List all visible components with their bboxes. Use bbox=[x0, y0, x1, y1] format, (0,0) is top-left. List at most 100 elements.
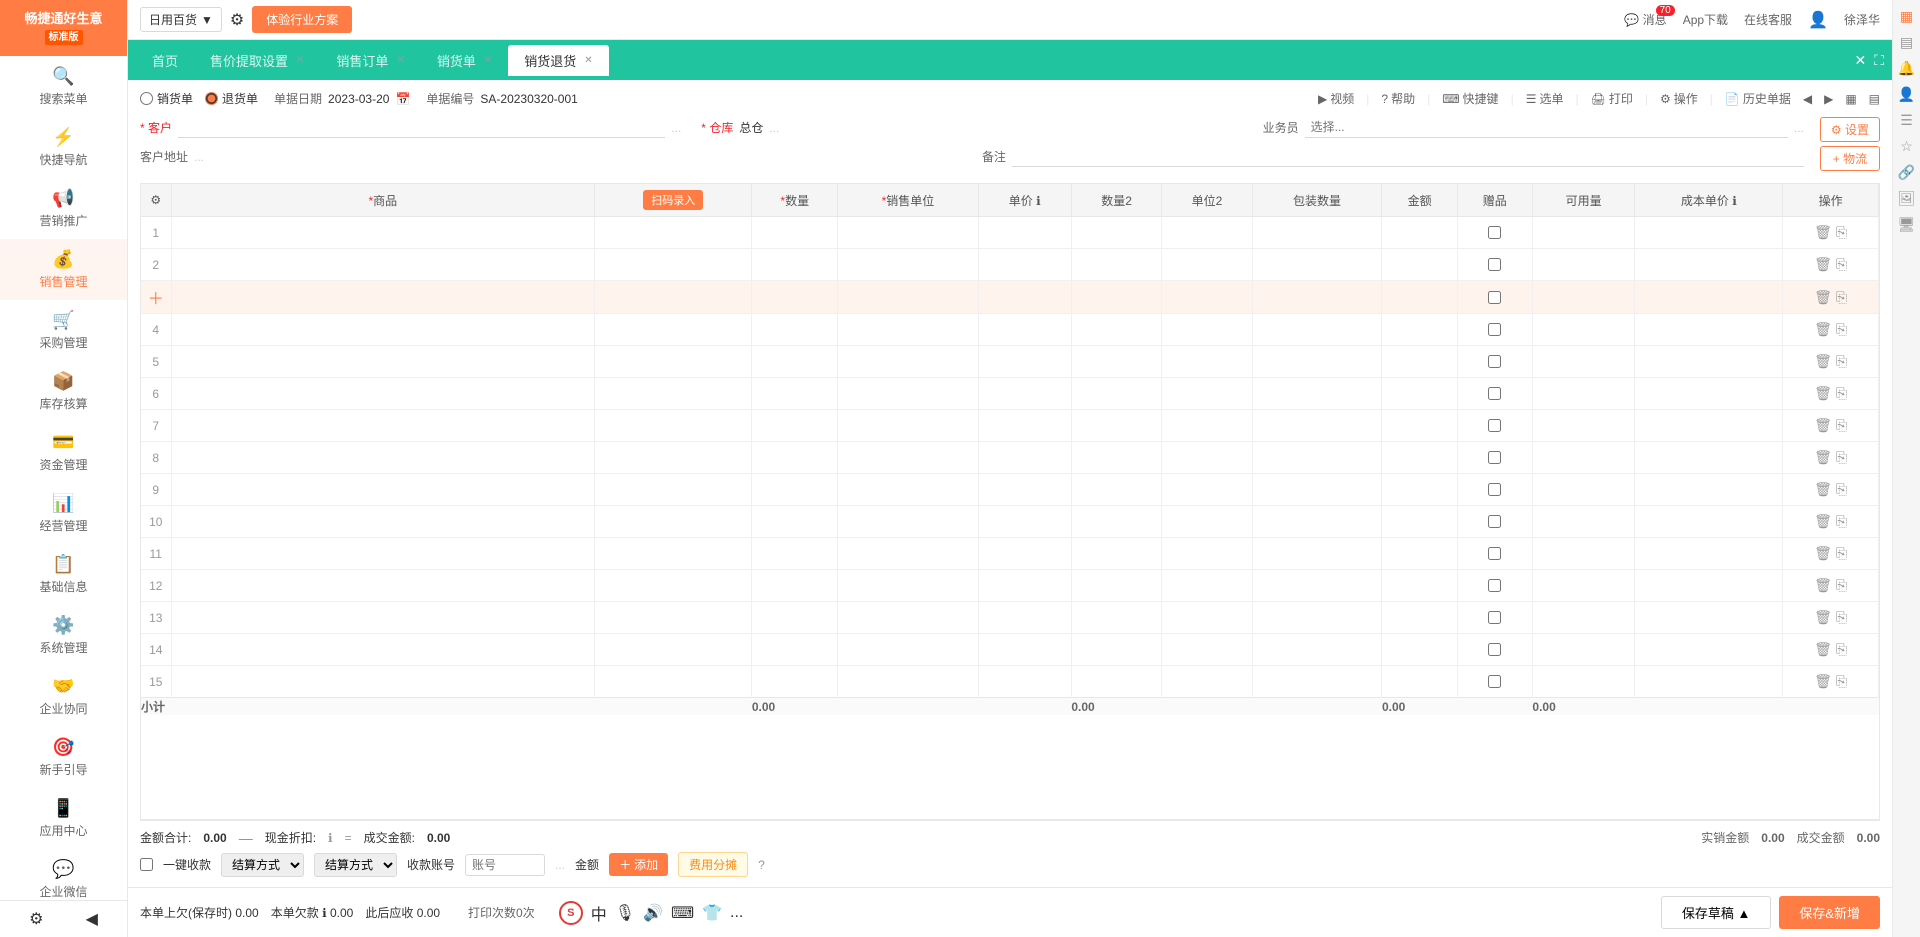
sidebar-item-marketing[interactable]: 📢 营销推广 bbox=[0, 178, 127, 239]
copy-row-icon-14[interactable]: ⎘ bbox=[1836, 641, 1847, 658]
copy-row-icon-9[interactable]: ⎘ bbox=[1836, 481, 1847, 498]
row-unit-2[interactable] bbox=[838, 249, 979, 281]
row-qty2-10[interactable] bbox=[1071, 506, 1161, 538]
row-pkg-7[interactable] bbox=[1252, 410, 1382, 442]
row-pkg-8[interactable] bbox=[1252, 442, 1382, 474]
row-price-2[interactable] bbox=[978, 249, 1071, 281]
row-qty-14[interactable] bbox=[752, 634, 838, 666]
tab-close-sale-price[interactable]: ✕ bbox=[296, 55, 304, 66]
product-input-8[interactable] bbox=[176, 450, 591, 465]
row-cost-1[interactable] bbox=[1635, 217, 1783, 249]
row-price-10[interactable] bbox=[978, 506, 1071, 538]
row-available-4[interactable] bbox=[1532, 314, 1635, 346]
row-product-8[interactable] bbox=[171, 442, 595, 474]
sidebar-settings-icon[interactable]: ⚙ bbox=[29, 909, 43, 929]
delete-row-icon-1[interactable]: 🗑 bbox=[1814, 224, 1832, 241]
row-unit-8[interactable] bbox=[838, 442, 979, 474]
row-available-2[interactable] bbox=[1532, 249, 1635, 281]
row-product-5[interactable] bbox=[171, 346, 595, 378]
row-unit2-8[interactable] bbox=[1162, 442, 1252, 474]
save-draft-button[interactable]: 保存草稿 ▲ bbox=[1661, 896, 1772, 929]
tab-sale-price[interactable]: 售价提取设置✕ bbox=[194, 45, 320, 76]
row-pkg-4[interactable] bbox=[1252, 314, 1382, 346]
copy-row-icon-5[interactable]: ⎘ bbox=[1836, 353, 1847, 370]
taskbar-icon-1[interactable]: 中 bbox=[591, 901, 607, 925]
row-amount-12[interactable] bbox=[1382, 570, 1457, 602]
row-amount-4[interactable] bbox=[1382, 314, 1457, 346]
row-pkg-5[interactable] bbox=[1252, 346, 1382, 378]
app-download-link[interactable]: App下载 bbox=[1683, 11, 1728, 28]
trial-button[interactable]: 体验行业方案 bbox=[252, 6, 352, 33]
row-price-9[interactable] bbox=[978, 474, 1071, 506]
copy-row-icon-1[interactable]: ⎘ bbox=[1836, 224, 1847, 241]
customer-dots[interactable]: ... bbox=[671, 121, 681, 135]
row-product-10[interactable] bbox=[171, 506, 595, 538]
copy-row-icon-7[interactable]: ⎘ bbox=[1836, 417, 1847, 434]
add-payment-btn[interactable]: ＋ 添加 bbox=[609, 853, 668, 876]
taskbar-icon-3[interactable]: 🔊 bbox=[643, 903, 663, 923]
row-available-6[interactable] bbox=[1532, 378, 1635, 410]
product-input-13[interactable] bbox=[176, 610, 591, 625]
username[interactable]: 徐泽华 bbox=[1844, 11, 1880, 28]
product-input-4[interactable] bbox=[176, 322, 591, 337]
sidebar-item-purchase[interactable]: 🛒 采购管理 bbox=[0, 300, 127, 361]
tab-close-sale-order[interactable]: ✕ bbox=[396, 55, 404, 66]
row-price-13[interactable] bbox=[978, 602, 1071, 634]
row-amount-13[interactable] bbox=[1382, 602, 1457, 634]
online-service-link[interactable]: 在线客服 bbox=[1744, 11, 1792, 28]
row-qty-10[interactable] bbox=[752, 506, 838, 538]
row-available-5[interactable] bbox=[1532, 346, 1635, 378]
row-available-8[interactable] bbox=[1532, 442, 1635, 474]
row-amount-1[interactable] bbox=[1382, 217, 1457, 249]
row-unit-15[interactable] bbox=[838, 666, 979, 698]
row-qty-5[interactable] bbox=[752, 346, 838, 378]
history-prev-icon[interactable]: ◀ bbox=[1803, 92, 1812, 106]
row-amount-9[interactable] bbox=[1382, 474, 1457, 506]
gift-check-5[interactable] bbox=[1488, 355, 1501, 368]
gift-check-4[interactable] bbox=[1488, 323, 1501, 336]
copy-row-icon-10[interactable]: ⎘ bbox=[1836, 513, 1847, 530]
copy-row-icon-2[interactable]: ⎘ bbox=[1836, 256, 1847, 273]
row-qty-15[interactable] bbox=[752, 666, 838, 698]
product-input-15[interactable] bbox=[176, 674, 591, 689]
calendar-icon[interactable]: 📅 bbox=[395, 92, 410, 106]
gift-check-8[interactable] bbox=[1488, 451, 1501, 464]
row-amount-10[interactable] bbox=[1382, 506, 1457, 538]
row-amount-11[interactable] bbox=[1382, 538, 1457, 570]
row-qty-7[interactable] bbox=[752, 410, 838, 442]
row-available-10[interactable] bbox=[1532, 506, 1635, 538]
toolbar-help[interactable]: ? 帮助 bbox=[1381, 90, 1415, 107]
product-input-5[interactable] bbox=[176, 354, 591, 369]
copy-row-icon-4[interactable]: ⎘ bbox=[1836, 321, 1847, 338]
row-cost-14[interactable] bbox=[1635, 634, 1783, 666]
row-unit-5[interactable] bbox=[838, 346, 979, 378]
image-panel-icon[interactable]: 🖼 bbox=[1895, 186, 1919, 210]
row-price-11[interactable] bbox=[978, 538, 1071, 570]
taskbar-icon-4[interactable]: ⌨ bbox=[671, 903, 694, 923]
sidebar-item-apps[interactable]: 📱 应用中心 bbox=[0, 788, 127, 849]
row-product-6[interactable] bbox=[171, 378, 595, 410]
star-panel-icon[interactable]: ☆ bbox=[1895, 134, 1919, 158]
copy-row-icon-12[interactable]: ⎘ bbox=[1836, 577, 1847, 594]
sidebar-item-search[interactable]: 🔍 搜索菜单 bbox=[0, 56, 127, 117]
addr-dots[interactable]: ... bbox=[194, 150, 204, 164]
row-available-3[interactable] bbox=[1532, 281, 1635, 314]
row-price-8[interactable] bbox=[978, 442, 1071, 474]
row-amount-14[interactable] bbox=[1382, 634, 1457, 666]
delete-row-icon-7[interactable]: 🗑 bbox=[1814, 417, 1832, 434]
delete-row-icon-12[interactable]: 🗑 bbox=[1814, 577, 1832, 594]
product-input-3[interactable] bbox=[176, 290, 591, 305]
radio-sale-return[interactable]: 退货单 bbox=[205, 90, 258, 107]
row-price-3[interactable] bbox=[978, 281, 1071, 314]
product-input-1[interactable] bbox=[176, 225, 591, 240]
sidebar-collapse-icon[interactable]: ◀ bbox=[86, 909, 98, 929]
grid1-panel-icon[interactable]: ▦ bbox=[1895, 4, 1919, 28]
row-unit2-13[interactable] bbox=[1162, 602, 1252, 634]
settings-icon[interactable]: ⚙ bbox=[230, 10, 244, 30]
calc-method-select[interactable]: 结算方式 bbox=[221, 853, 304, 877]
row-pkg-3[interactable] bbox=[1252, 281, 1382, 314]
toolbar-shortcuts[interactable]: ⌨ 快捷键 bbox=[1442, 90, 1498, 107]
row-available-14[interactable] bbox=[1532, 634, 1635, 666]
row-qty2-7[interactable] bbox=[1071, 410, 1161, 442]
row-unit-11[interactable] bbox=[838, 538, 979, 570]
